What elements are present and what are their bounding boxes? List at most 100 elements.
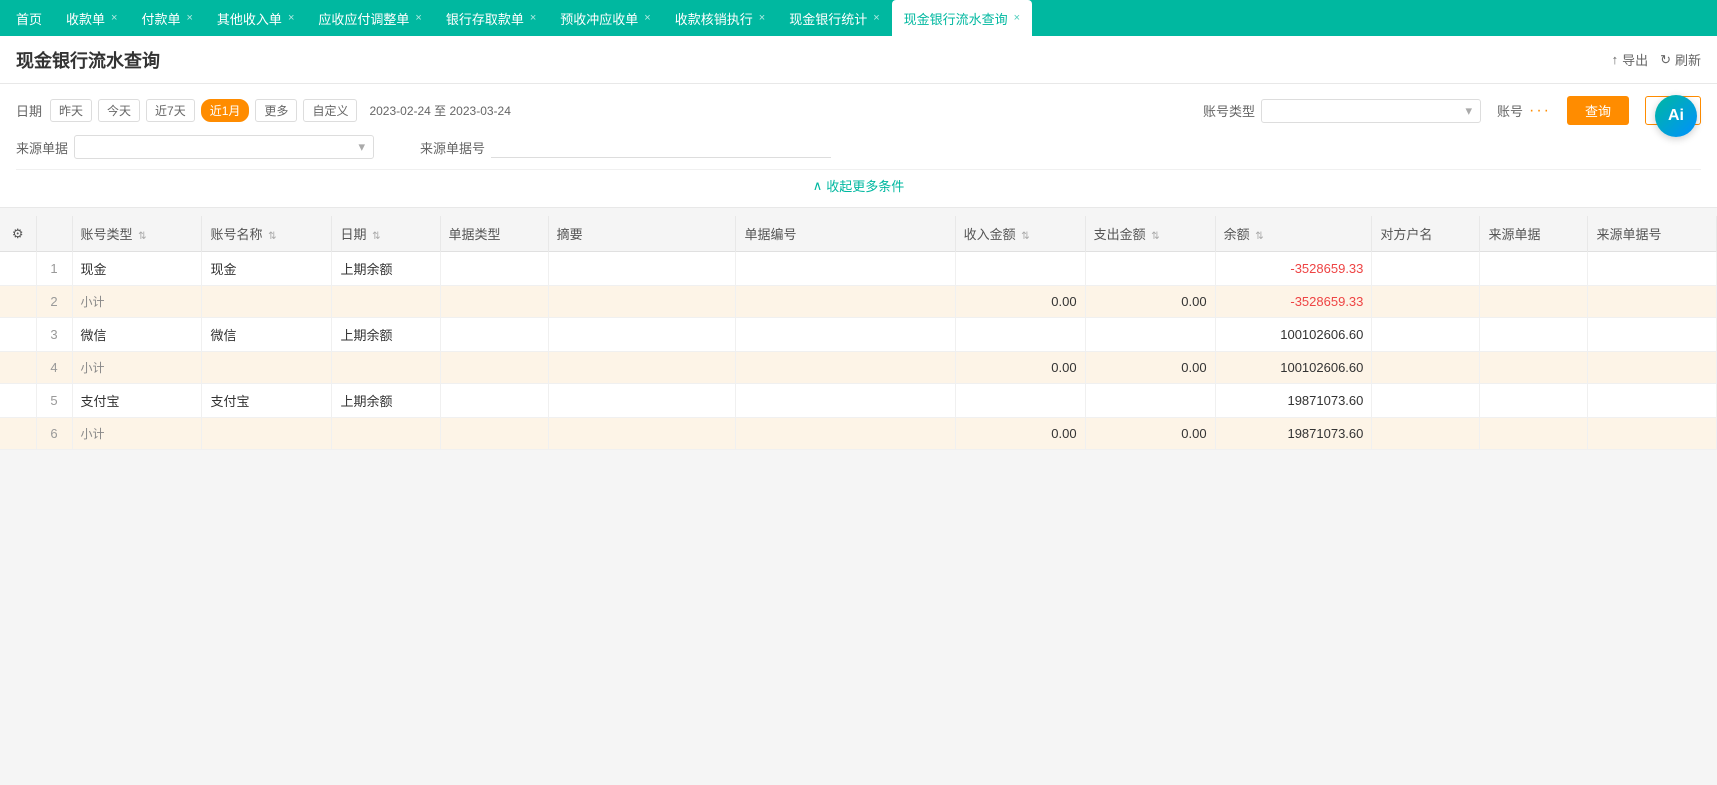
cell-summary bbox=[548, 352, 736, 384]
table-row: 4 小计 0.00 0.00 100102606.60 bbox=[0, 352, 1717, 384]
ai-badge[interactable]: Ai bbox=[1655, 95, 1697, 137]
date-btn-1month[interactable]: 近1月 bbox=[201, 99, 250, 122]
account-type-select[interactable]: ▾ bbox=[1261, 99, 1481, 123]
account-type-label: 账号类型 bbox=[1203, 101, 1255, 120]
table-container: ⚙ 账号类型 ⇅ 账号名称 ⇅ 日期 ⇅ 单据类型 摘要 单据编号 bbox=[0, 216, 1717, 450]
cell-summary bbox=[548, 318, 736, 352]
cell-counterpart bbox=[1372, 252, 1480, 286]
cell-source-doc-no bbox=[1588, 384, 1717, 418]
cell-date: 上期余额 bbox=[332, 252, 440, 286]
table-row: 6 小计 0.00 0.00 19871073.60 bbox=[0, 418, 1717, 450]
cell-date: 上期余额 bbox=[332, 318, 440, 352]
cell-expense: 0.00 bbox=[1085, 418, 1215, 450]
nav-close-0[interactable]: × bbox=[111, 12, 117, 24]
cell-account-name: 支付宝 bbox=[202, 384, 332, 418]
nav-item-4[interactable]: 银行存取款单 × bbox=[434, 0, 548, 36]
nav-close-8[interactable]: × bbox=[1014, 12, 1020, 24]
date-btn-custom[interactable]: 自定义 bbox=[303, 99, 357, 122]
nav-item-6[interactable]: 收款核销执行 × bbox=[663, 0, 777, 36]
cell-income: 0.00 bbox=[955, 286, 1085, 318]
cell-balance: 19871073.60 bbox=[1215, 384, 1372, 418]
nav-close-5[interactable]: × bbox=[644, 12, 650, 24]
cell-counterpart bbox=[1372, 286, 1480, 318]
nav-item-0[interactable]: 收款单 × bbox=[54, 0, 129, 36]
cell-row-num: 3 bbox=[36, 318, 72, 352]
date-btn-7days[interactable]: 近7天 bbox=[146, 99, 195, 122]
cell-doc-type bbox=[440, 418, 548, 450]
col-expense[interactable]: 支出金额 ⇅ bbox=[1085, 216, 1215, 252]
cell-doc-no bbox=[736, 286, 955, 318]
cell-doc-no bbox=[736, 352, 955, 384]
cell-balance: -3528659.33 bbox=[1215, 252, 1372, 286]
nav-close-4[interactable]: × bbox=[530, 12, 536, 24]
cell-summary bbox=[548, 286, 736, 318]
nav-close-6[interactable]: × bbox=[759, 12, 765, 24]
col-account-name[interactable]: 账号名称 ⇅ bbox=[202, 216, 332, 252]
cell-row-num: 4 bbox=[36, 352, 72, 384]
nav-item-3[interactable]: 应收应付调整单 × bbox=[306, 0, 433, 36]
header-actions: ↑ 导出 ↻ 刷新 bbox=[1612, 50, 1701, 69]
cell-income bbox=[955, 384, 1085, 418]
cell-account-name bbox=[202, 286, 332, 318]
col-doc-type: 单据类型 bbox=[440, 216, 548, 252]
table-row: 1 现金 现金 上期余额 -3528659.33 bbox=[0, 252, 1717, 286]
date-range: 2023-02-24 至 2023-03-24 bbox=[369, 102, 510, 119]
nav-item-2[interactable]: 其他收入单 × bbox=[205, 0, 306, 36]
nav-item-7[interactable]: 现金银行统计 × bbox=[777, 0, 891, 36]
cell-source-doc bbox=[1480, 384, 1588, 418]
chevron-down-icon: ▾ bbox=[1465, 103, 1472, 119]
cell-account-type: 小计 bbox=[72, 418, 202, 450]
cell-date bbox=[332, 352, 440, 384]
nav-close-7[interactable]: × bbox=[873, 12, 879, 24]
cell-counterpart bbox=[1372, 318, 1480, 352]
refresh-icon: ↻ bbox=[1660, 52, 1671, 68]
cell-counterpart bbox=[1372, 352, 1480, 384]
collapse-conditions-button[interactable]: ∧ 收起更多条件 bbox=[16, 169, 1701, 195]
source-doc-no-label: 来源单据号 bbox=[420, 138, 485, 157]
sort-expense-icon: ⇅ bbox=[1151, 231, 1159, 242]
cell-date: 上期余额 bbox=[332, 384, 440, 418]
cell-source-doc bbox=[1480, 252, 1588, 286]
cell-expense: 0.00 bbox=[1085, 352, 1215, 384]
cell-doc-no bbox=[736, 252, 955, 286]
cell-date bbox=[332, 418, 440, 450]
cell-gear bbox=[0, 252, 36, 286]
nav-item-5[interactable]: 预收冲应收单 × bbox=[548, 0, 662, 36]
date-btn-yesterday[interactable]: 昨天 bbox=[50, 99, 92, 122]
col-gear[interactable]: ⚙ bbox=[0, 216, 36, 252]
cell-gear bbox=[0, 384, 36, 418]
date-btn-today[interactable]: 今天 bbox=[98, 99, 140, 122]
cell-summary bbox=[548, 252, 736, 286]
table-row: 5 支付宝 支付宝 上期余额 19871073.60 bbox=[0, 384, 1717, 418]
cell-doc-type bbox=[440, 252, 548, 286]
source-doc-no-input[interactable] bbox=[491, 136, 831, 158]
data-table: ⚙ 账号类型 ⇅ 账号名称 ⇅ 日期 ⇅ 单据类型 摘要 单据编号 bbox=[0, 216, 1717, 450]
col-income[interactable]: 收入金额 ⇅ bbox=[955, 216, 1085, 252]
nav-home[interactable]: 首页 bbox=[4, 0, 54, 36]
refresh-button[interactable]: ↻ 刷新 bbox=[1660, 50, 1701, 69]
nav-close-1[interactable]: × bbox=[186, 12, 192, 24]
cell-source-doc bbox=[1480, 318, 1588, 352]
nav-close-3[interactable]: × bbox=[415, 12, 421, 24]
nav-close-2[interactable]: × bbox=[288, 12, 294, 24]
col-account-type[interactable]: 账号类型 ⇅ bbox=[72, 216, 202, 252]
cell-balance: 19871073.60 bbox=[1215, 418, 1372, 450]
page-header: 现金银行流水查询 ↑ 导出 ↻ 刷新 bbox=[0, 36, 1717, 84]
nav-item-1[interactable]: 付款单 × bbox=[129, 0, 204, 36]
col-date[interactable]: 日期 ⇅ bbox=[332, 216, 440, 252]
query-button[interactable]: 查询 bbox=[1567, 96, 1629, 125]
filter-row-2: 来源单据 ▾ 来源单据号 bbox=[16, 135, 1701, 159]
page-title: 现金银行流水查询 bbox=[16, 47, 160, 73]
cell-account-name: 微信 bbox=[202, 318, 332, 352]
nav-item-8[interactable]: 现金银行流水查询 × bbox=[892, 0, 1032, 36]
source-doc-select[interactable]: ▾ bbox=[74, 135, 374, 159]
top-nav: 首页 收款单 × 付款单 × 其他收入单 × 应收应付调整单 × 银行存取款单 … bbox=[0, 0, 1717, 36]
sort-account-type-icon: ⇅ bbox=[138, 231, 146, 242]
cell-row-num: 2 bbox=[36, 286, 72, 318]
date-btn-more[interactable]: 更多 bbox=[255, 99, 297, 122]
account-dots-button[interactable]: ··· bbox=[1529, 102, 1551, 120]
filter-row-1: 日期 昨天 今天 近7天 近1月 更多 自定义 2023-02-24 至 202… bbox=[16, 96, 1701, 125]
col-row-num bbox=[36, 216, 72, 252]
col-balance[interactable]: 余额 ⇅ bbox=[1215, 216, 1372, 252]
export-button[interactable]: ↑ 导出 bbox=[1612, 50, 1649, 69]
